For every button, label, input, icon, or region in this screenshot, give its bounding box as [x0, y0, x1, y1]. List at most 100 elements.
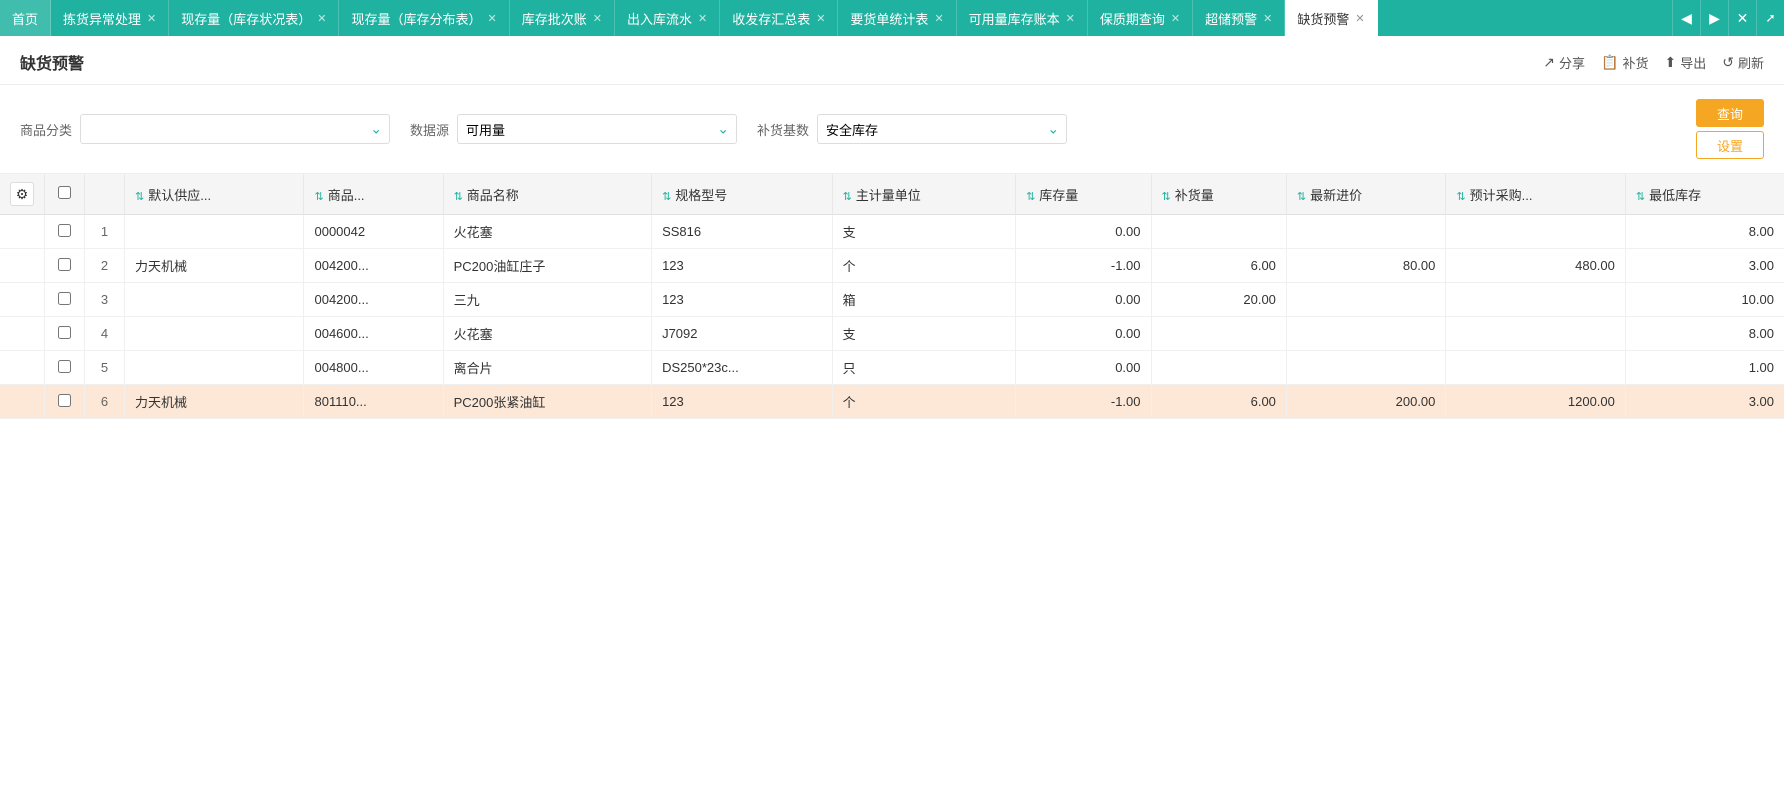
- td-stock-5: -1.00: [1016, 385, 1151, 419]
- replenish-button[interactable]: 📋 补货: [1601, 53, 1648, 72]
- row-checkbox-1[interactable]: [58, 258, 71, 271]
- th-name[interactable]: ⇅商品名称: [443, 174, 652, 215]
- datasource-select[interactable]: 可用量: [457, 114, 737, 144]
- th-label-replenish: 补货量: [1175, 188, 1214, 203]
- refresh-button[interactable]: ↺ 刷新: [1722, 53, 1764, 72]
- tab-expand-button[interactable]: ➚: [1756, 0, 1784, 36]
- td-latest_price-1: 80.00: [1286, 249, 1445, 283]
- row-checkbox-3[interactable]: [58, 326, 71, 339]
- table-container: ⚙⇅默认供应...⇅商品...⇅商品名称⇅规格型号⇅主计量单位⇅库存量⇅补货量⇅…: [0, 174, 1784, 419]
- tab-label-2: 现存量（库存状况表）: [181, 9, 311, 28]
- tab-9[interactable]: 保质期查询 ✕: [1088, 0, 1193, 36]
- tab-3[interactable]: 现存量（库存分布表）✕: [339, 0, 509, 36]
- th-label-latest_price: 最新进价: [1310, 188, 1362, 203]
- tab-10[interactable]: 超储预警✕: [1193, 0, 1285, 36]
- replenish-filter-group: 补货基数 安全库存 ⌄: [757, 114, 1067, 144]
- category-label: 商品分类: [20, 120, 72, 139]
- table-row[interactable]: 5004800...离合片DS250*23c...只0.001.00: [0, 351, 1784, 385]
- row-checkbox-4[interactable]: [58, 360, 71, 373]
- tab-close-all-button[interactable]: ✕: [1728, 0, 1756, 36]
- tab-close-8[interactable]: ✕: [1066, 12, 1075, 25]
- tab-close-11[interactable]: ✕: [1355, 12, 1364, 25]
- table-row[interactable]: 10000042火花塞SS816支0.008.00: [0, 215, 1784, 249]
- td-no-3: 4: [85, 317, 125, 351]
- page-title: 缺货预警: [20, 50, 1543, 74]
- tab-11[interactable]: 缺货预警✕: [1285, 0, 1377, 36]
- query-button[interactable]: 查询: [1696, 99, 1764, 127]
- table-row[interactable]: 3004200...三九123箱0.0020.0010.00: [0, 283, 1784, 317]
- gear-settings-icon[interactable]: ⚙: [10, 182, 34, 206]
- export-button[interactable]: ⬆ 导出: [1665, 53, 1707, 72]
- category-select[interactable]: [80, 114, 390, 144]
- td-spec-3: J7092: [652, 317, 833, 351]
- th-label-spec: 规格型号: [675, 188, 727, 203]
- tab-7[interactable]: 要货单统计表✕: [838, 0, 956, 36]
- tab-close-5[interactable]: ✕: [698, 12, 707, 25]
- tab-close-6[interactable]: ✕: [816, 12, 825, 25]
- td-unit-4: 只: [832, 351, 1016, 385]
- td-replenish-2: 20.00: [1151, 283, 1286, 317]
- tab-close-9[interactable]: ✕: [1171, 12, 1180, 25]
- tab-close-4[interactable]: ✕: [593, 12, 602, 25]
- tab-label-9: 保质期查询: [1100, 9, 1165, 28]
- th-latest_price[interactable]: ⇅最新进价: [1286, 174, 1445, 215]
- table-row[interactable]: 2力天机械004200...PC200油缸庄子123个-1.006.0080.0…: [0, 249, 1784, 283]
- tab-next-button[interactable]: ▶: [1700, 0, 1728, 36]
- tab-8[interactable]: 可用量库存账本 ✕: [957, 0, 1088, 36]
- tab-close-2[interactable]: ✕: [317, 12, 326, 25]
- td-name-3: 火花塞: [443, 317, 652, 351]
- th-label-min_stock: 最低库存: [1649, 188, 1701, 203]
- td-est_purchase-3: [1446, 317, 1625, 351]
- td-gear-5: [0, 385, 45, 419]
- table-row[interactable]: 6力天机械801110...PC200张紧油缸123个-1.006.00200.…: [0, 385, 1784, 419]
- tab-close-7[interactable]: ✕: [934, 12, 943, 25]
- tab-6[interactable]: 收发存汇总表✕: [720, 0, 838, 36]
- th-est_purchase[interactable]: ⇅预计采购...: [1446, 174, 1625, 215]
- tab-close-1[interactable]: ✕: [147, 12, 156, 25]
- replenish-select[interactable]: 安全库存: [817, 114, 1067, 144]
- tab-2[interactable]: 现存量（库存状况表） ✕: [169, 0, 339, 36]
- td-spec-2: 123: [652, 283, 833, 317]
- td-min_stock-5: 3.00: [1625, 385, 1784, 419]
- tab-bar: 首页拣货异常处理✕现存量（库存状况表）✕现存量（库存分布表）✕库存批次账✕出入库…: [0, 0, 1784, 36]
- td-est_purchase-4: [1446, 351, 1625, 385]
- row-checkbox-5[interactable]: [58, 394, 71, 407]
- td-code-1: 004200...: [304, 249, 443, 283]
- tab-label-8: 可用量库存账本: [969, 9, 1060, 28]
- tab-0[interactable]: 首页: [0, 0, 51, 36]
- td-no-0: 1: [85, 215, 125, 249]
- td-latest_price-2: [1286, 283, 1445, 317]
- td-gear-4: [0, 351, 45, 385]
- tab-5[interactable]: 出入库流水✕: [615, 0, 720, 36]
- tab-close-10[interactable]: ✕: [1263, 12, 1272, 25]
- sort-icon-replenish: ⇅: [1162, 191, 1171, 203]
- tab-label-4: 库存批次账: [522, 9, 587, 28]
- tab-1[interactable]: 拣货异常处理✕: [51, 0, 169, 36]
- select-all-checkbox[interactable]: [58, 186, 71, 199]
- th-min_stock[interactable]: ⇅最低库存: [1625, 174, 1784, 215]
- tab-prev-button[interactable]: ◀: [1672, 0, 1700, 36]
- row-checkbox-0[interactable]: [58, 224, 71, 237]
- td-min_stock-4: 1.00: [1625, 351, 1784, 385]
- tab-close-3[interactable]: ✕: [488, 12, 497, 25]
- settings-button[interactable]: 设置: [1696, 131, 1764, 159]
- replenish-icon: 📋: [1601, 54, 1618, 71]
- table-row[interactable]: 4004600...火花塞J7092支0.008.00: [0, 317, 1784, 351]
- th-label-code: 商品...: [328, 188, 365, 203]
- row-checkbox-2[interactable]: [58, 292, 71, 305]
- th-spec[interactable]: ⇅规格型号: [652, 174, 833, 215]
- th-code[interactable]: ⇅商品...: [304, 174, 443, 215]
- th-replenish[interactable]: ⇅ 补货量: [1151, 174, 1286, 215]
- datasource-label: 数据源: [410, 120, 449, 139]
- td-checkbox-1: [45, 249, 85, 283]
- th-stock[interactable]: ⇅库存量: [1016, 174, 1151, 215]
- page-header: 缺货预警 ↗ 分享 📋 补货 ⬆ 导出 ↺ 刷新: [0, 36, 1784, 85]
- share-button[interactable]: ↗ 分享: [1543, 53, 1585, 72]
- th-unit[interactable]: ⇅主计量单位: [832, 174, 1016, 215]
- td-checkbox-3: [45, 317, 85, 351]
- share-icon: ↗: [1543, 54, 1555, 71]
- td-replenish-3: [1151, 317, 1286, 351]
- th-supplier[interactable]: ⇅默认供应...: [125, 174, 304, 215]
- th-label-supplier: 默认供应...: [148, 188, 211, 203]
- tab-4[interactable]: 库存批次账 ✕: [510, 0, 615, 36]
